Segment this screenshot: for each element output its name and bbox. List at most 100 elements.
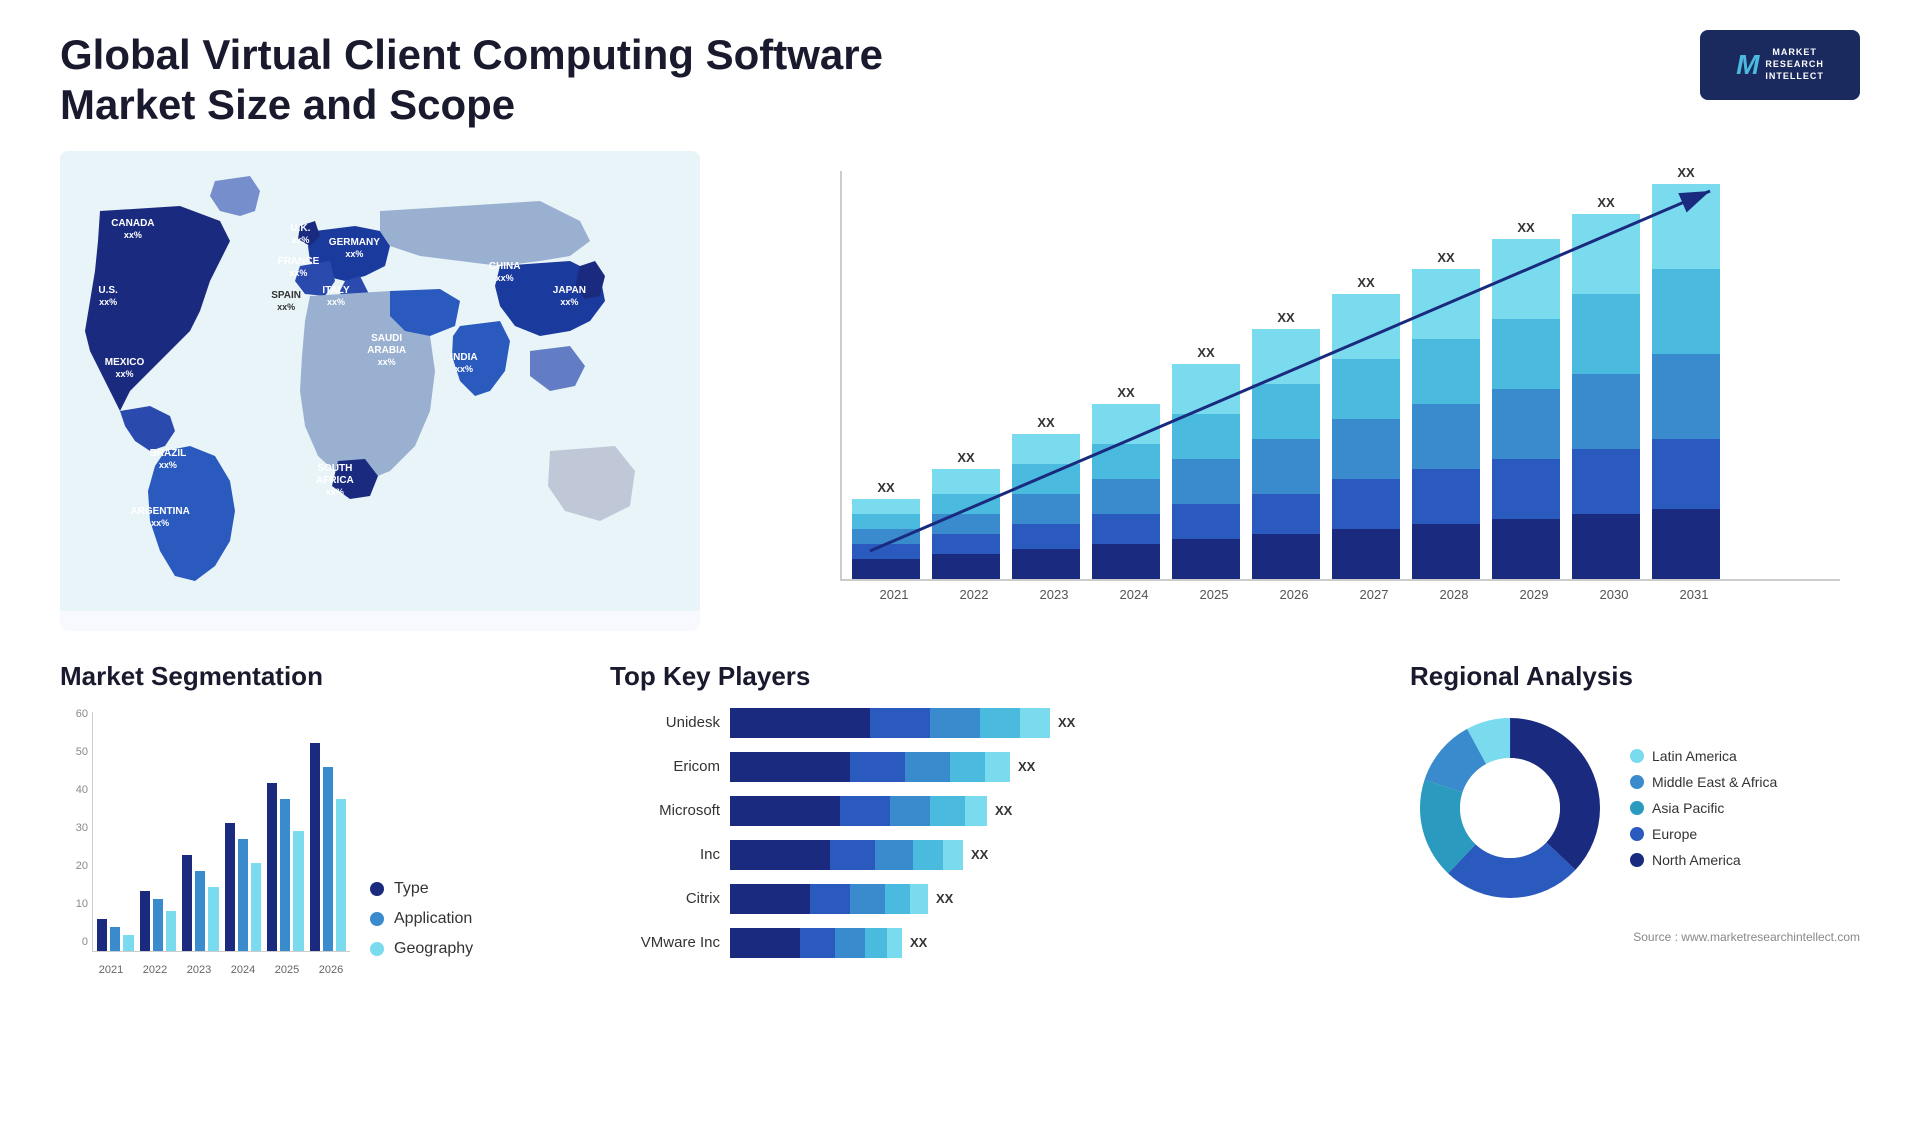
- bar-stack-2029: [1492, 239, 1560, 579]
- player-row-Unidesk: UnideskXX: [610, 708, 1380, 738]
- segmentation-title: Market Segmentation: [60, 661, 580, 692]
- bar-stack-2031: [1652, 184, 1720, 579]
- logo-box: M MARKET RESEARCH INTELLECT: [1700, 30, 1860, 100]
- x-label-2026: 2026: [1260, 587, 1328, 602]
- bar-stack-2021: [852, 499, 920, 579]
- regional-label-europe: Europe: [1652, 826, 1697, 842]
- bar-group-2026: XX: [1252, 310, 1320, 579]
- player-bar-seg-0: [730, 884, 810, 914]
- player-bar-seg-2: [875, 840, 913, 870]
- player-bar-seg-4: [943, 840, 963, 870]
- bar-top-label-2023: XX: [1037, 415, 1054, 430]
- player-value-Microsoft: XX: [995, 803, 1012, 818]
- seg-bar-2021-1: [110, 927, 120, 951]
- player-bar-seg-1: [800, 928, 835, 958]
- player-bar-container-Inc: XX: [730, 840, 988, 870]
- bar-seg-2027-0: [1332, 529, 1400, 579]
- legend-label-type: Type: [394, 880, 429, 898]
- seg-bar-2026-0: [310, 743, 320, 951]
- bar-seg-2026-4: [1252, 329, 1320, 384]
- players-section: Top Key Players UnideskXXEricomXXMicroso…: [610, 661, 1380, 1001]
- seg-bar-2024-1: [238, 839, 248, 951]
- seg-bar-group-2021: [97, 919, 134, 951]
- seg-bar-group-2025: [267, 783, 304, 951]
- player-bar-stack-VMware-Inc: [730, 928, 902, 958]
- map-section: CANADAxx% U.S.xx% MEXICOxx% BRAZILxx% AR…: [60, 151, 700, 631]
- bar-seg-2023-1: [1012, 524, 1080, 549]
- seg-x-label-2021: 2021: [92, 964, 130, 976]
- regional-legend-na: North America: [1630, 852, 1777, 868]
- bar-seg-2027-2: [1332, 419, 1400, 479]
- player-row-Citrix: CitrixXX: [610, 884, 1380, 914]
- world-map-svg: [60, 151, 700, 611]
- bar-top-label-2022: XX: [957, 450, 974, 465]
- player-bar-seg-0: [730, 796, 840, 826]
- player-bar-seg-0: [730, 752, 850, 782]
- player-row-VMware-Inc: VMware IncXX: [610, 928, 1380, 958]
- source-text: Source : www.marketresearchintellect.com: [1633, 930, 1860, 944]
- regional-legend-mea: Middle East & Africa: [1630, 774, 1777, 790]
- player-bar-seg-4: [1020, 708, 1050, 738]
- bar-seg-2030-0: [1572, 514, 1640, 579]
- bar-seg-2031-0: [1652, 509, 1720, 579]
- seg-bar-2024-2: [251, 863, 261, 951]
- seg-bar-2023-2: [208, 887, 218, 951]
- player-value-Unidesk: XX: [1058, 715, 1075, 730]
- bar-seg-2031-2: [1652, 354, 1720, 439]
- bar-seg-2021-2: [852, 529, 920, 544]
- x-label-2029: 2029: [1500, 587, 1568, 602]
- bar-top-label-2028: XX: [1437, 250, 1454, 265]
- player-bar-seg-3: [950, 752, 985, 782]
- legend-dot-application: [370, 912, 384, 926]
- bar-top-label-2029: XX: [1517, 220, 1534, 235]
- legend-dot-geography: [370, 942, 384, 956]
- seg-bar-2024-0: [225, 823, 235, 951]
- regional-legend-apac: Asia Pacific: [1630, 800, 1777, 816]
- x-label-2022: 2022: [940, 587, 1008, 602]
- bar-seg-2021-1: [852, 544, 920, 559]
- player-value-Ericom: XX: [1018, 759, 1035, 774]
- player-bar-seg-3: [913, 840, 943, 870]
- player-value-Citrix: XX: [936, 891, 953, 906]
- bar-stack-2027: [1332, 294, 1400, 579]
- bar-seg-2023-0: [1012, 549, 1080, 579]
- donut-container: Latin America Middle East & Africa Asia …: [1410, 708, 1860, 908]
- bar-seg-2024-1: [1092, 514, 1160, 544]
- regional-dot-mea: [1630, 775, 1644, 789]
- bottom-area: Market Segmentation 0 10 20 30 40 50 60: [60, 661, 1860, 1001]
- legend-application: Application: [370, 910, 473, 928]
- bar-top-label-2027: XX: [1357, 275, 1374, 290]
- player-value-Inc: XX: [971, 847, 988, 862]
- bar-seg-2023-2: [1012, 494, 1080, 524]
- player-bar-container-Unidesk: XX: [730, 708, 1075, 738]
- seg-bar-2023-1: [195, 871, 205, 951]
- bar-top-label-2025: XX: [1197, 345, 1214, 360]
- bar-seg-2025-1: [1172, 504, 1240, 539]
- bar-seg-2029-4: [1492, 239, 1560, 319]
- player-bar-container-VMware-Inc: XX: [730, 928, 927, 958]
- player-bar-seg-1: [870, 708, 930, 738]
- page-title: Global Virtual Client Computing Software…: [60, 30, 910, 131]
- seg-bars-container: [92, 712, 350, 952]
- bar-seg-2027-4: [1332, 294, 1400, 359]
- bar-seg-2022-2: [932, 514, 1000, 534]
- player-bar-seg-1: [830, 840, 875, 870]
- x-label-2030: 2030: [1580, 587, 1648, 602]
- player-bar-seg-3: [980, 708, 1020, 738]
- seg-x-label-2026: 2026: [312, 964, 350, 976]
- bar-seg-2022-1: [932, 534, 1000, 554]
- player-bar-seg-4: [985, 752, 1010, 782]
- bar-seg-2029-0: [1492, 519, 1560, 579]
- bar-group-2028: XX: [1412, 250, 1480, 579]
- seg-y-axis: 0 10 20 30 40 50 60: [60, 708, 88, 948]
- regional-label-latin: Latin America: [1652, 748, 1737, 764]
- bar-top-label-2026: XX: [1277, 310, 1294, 325]
- chart-area: XXXXXXXXXXXXXXXXXXXXXX 20212022202320242…: [790, 171, 1840, 581]
- regional-legend-europe: Europe: [1630, 826, 1777, 842]
- regional-dot-na: [1630, 853, 1644, 867]
- bar-seg-2025-2: [1172, 459, 1240, 504]
- seg-x-label-2025: 2025: [268, 964, 306, 976]
- seg-bar-2025-0: [267, 783, 277, 951]
- player-bar-seg-0: [730, 928, 800, 958]
- donut-chart-svg: [1410, 708, 1610, 908]
